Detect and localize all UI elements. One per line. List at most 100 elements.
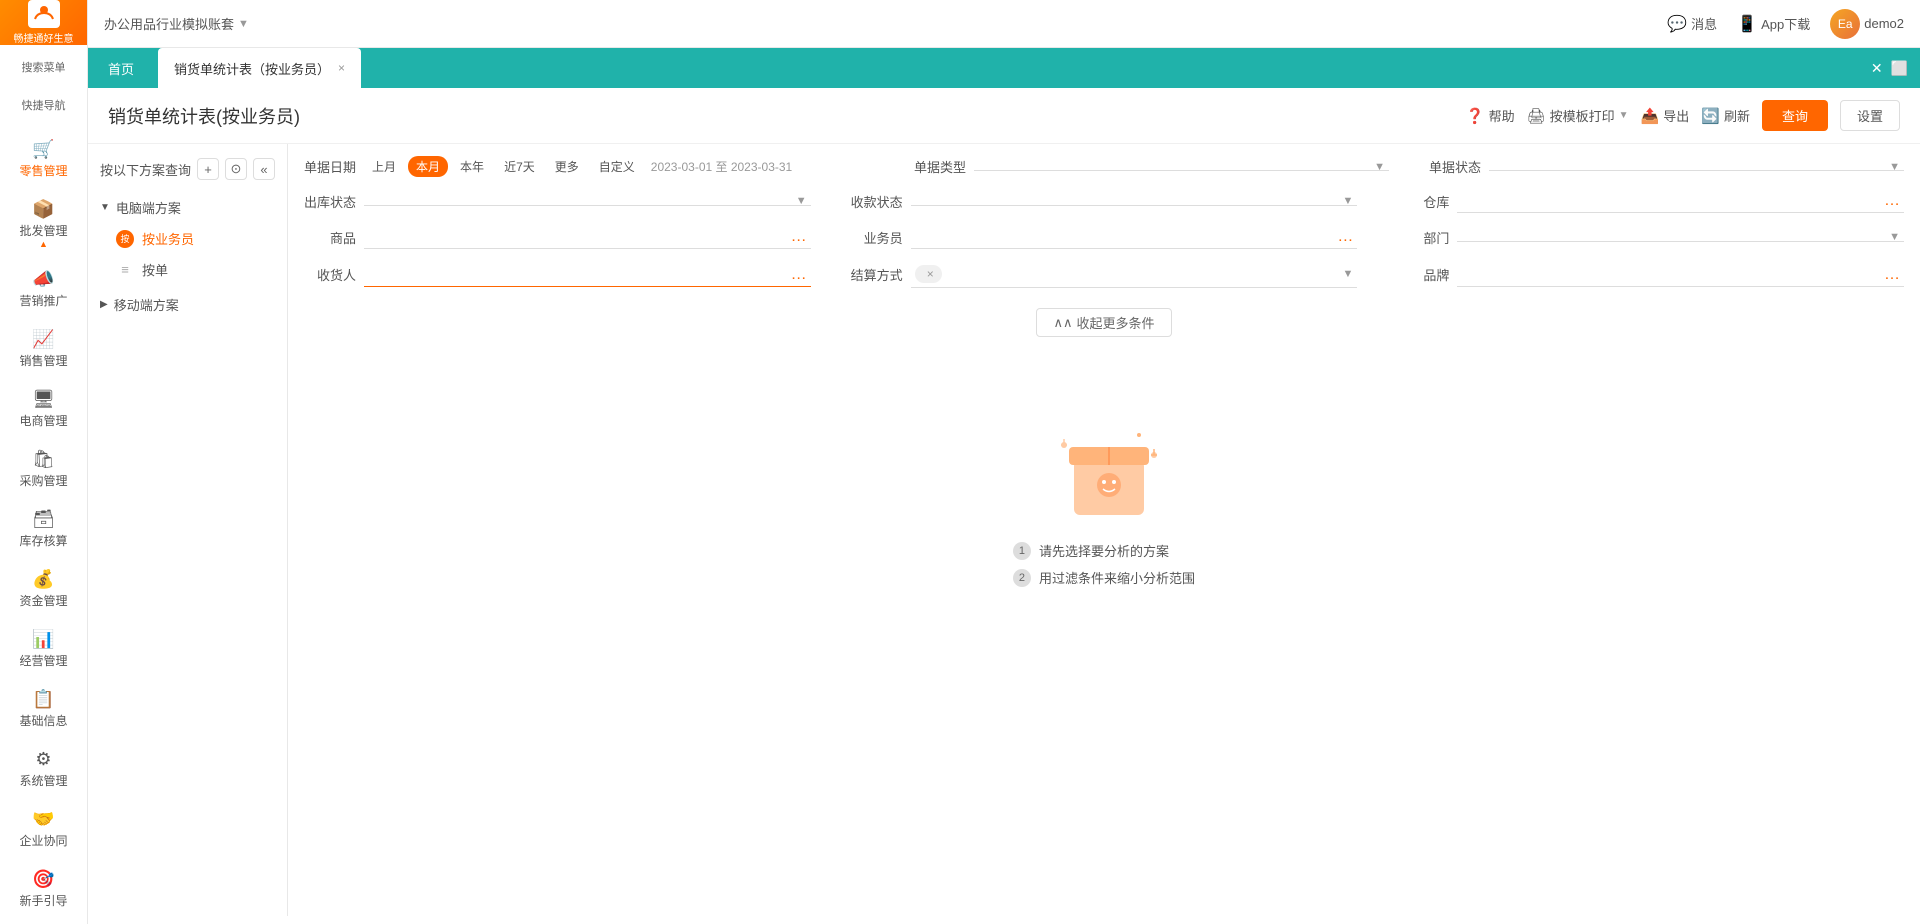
salesman-input[interactable]	[911, 225, 1358, 249]
quick-nav-item[interactable]: 快捷导航	[22, 89, 66, 121]
brand-input[interactable]	[1457, 263, 1904, 287]
by-order-scheme-item[interactable]: ≡ 按单	[88, 254, 287, 285]
warehouse-label: 仓库	[1397, 192, 1457, 211]
sidebar-item-ecommerce[interactable]: 🖥 电商管理	[0, 379, 87, 439]
doc-type-select[interactable]: ▼	[974, 162, 1389, 171]
sidebar-item-finance[interactable]: 💰 资金管理	[0, 559, 87, 619]
sidebar-item-basic[interactable]: 📋 基础信息	[0, 679, 87, 739]
help-icon: ❓	[1466, 107, 1485, 125]
order-scheme-icon: ≡	[116, 262, 134, 277]
sidebar-item-retail[interactable]: 🛒 零售管理	[0, 129, 87, 189]
content-layout: 按以下方案查询 + ⊙ « ▼ 电脑端方案	[88, 144, 1920, 916]
doc-status-control: ▼	[1489, 162, 1904, 171]
brand-dots-icon[interactable]: …	[1884, 266, 1900, 284]
stock-status-label: 出库状态	[304, 192, 364, 211]
tab-home[interactable]: 首页	[88, 48, 154, 88]
collapse-panel-btn[interactable]: «	[253, 158, 275, 180]
date-tab-this-month[interactable]: 本月	[408, 156, 448, 177]
sidebar-item-ecommerce-label: 电商管理	[19, 412, 67, 429]
sidebar-item-purchase[interactable]: 🛍 采购管理	[0, 439, 87, 499]
operations-icon: 📊	[32, 629, 54, 650]
tab-active-label: 销货单统计表（按业务员）	[174, 59, 330, 78]
consignee-dots-icon[interactable]: …	[791, 266, 807, 284]
date-tab-7days[interactable]: 近7天	[496, 156, 543, 177]
refresh-btn[interactable]: 🔄 刷新	[1701, 106, 1750, 125]
date-tab-last-month[interactable]: 上月	[364, 156, 404, 177]
sidebar-item-appcenter[interactable]: 🔲 应用中心	[0, 919, 87, 924]
sidebar-item-marketing[interactable]: 📣 营销推广	[0, 259, 87, 319]
sidebar-item-marketing-label: 营销推广	[19, 292, 67, 309]
sidebar-item-operations-label: 经营管理	[19, 652, 67, 669]
message-btn[interactable]: 💬 消息	[1667, 14, 1717, 34]
consignee-label: 收货人	[304, 265, 364, 284]
panel-header: 按以下方案查询 + ⊙ «	[88, 154, 287, 188]
consignee-input[interactable]	[364, 263, 811, 287]
collapse-chevron-icon: ∧∧	[1053, 315, 1072, 331]
settings-button[interactable]: 设置	[1840, 100, 1900, 131]
refresh-icon: 🔄	[1701, 107, 1720, 125]
warehouse-input[interactable]	[1457, 189, 1904, 213]
sidebar: 畅捷通好生意 搜索菜单 快捷导航 🛒 零售管理 📦 批发管理 ▲ 📣 营销推广 …	[0, 0, 88, 924]
warehouse-control: …	[1457, 189, 1904, 213]
date-field-wrapper: 上月 本月 本年 近7天 更多 自定义 2023-03-01 至 2023-03…	[364, 156, 874, 177]
sidebar-item-system[interactable]: ⚙ 系统管理	[0, 739, 87, 799]
finance-icon: 💰	[32, 569, 54, 590]
export-btn[interactable]: 📤 导出	[1641, 106, 1690, 125]
empty-state-hints: 1 请先选择要分析的方案 2 用过滤条件来缩小分析范围	[1013, 541, 1195, 587]
right-panel: 单据日期 上月 本月 本年 近7天 更多 自定义 20	[288, 144, 1920, 916]
topbar-left: 办公用品行业模拟账套 ▼	[104, 14, 249, 33]
desktop-scheme-toggle[interactable]: ▼ 电脑端方案	[88, 192, 287, 223]
purchase-icon: 🛍	[32, 449, 55, 470]
doc-status-select[interactable]: ▼	[1489, 162, 1904, 171]
sidebar-item-collab-label: 企业协同	[19, 832, 67, 849]
dept-select[interactable]: ▼	[1457, 233, 1904, 242]
sidebar-item-collab[interactable]: 🤝 企业协同	[0, 799, 87, 859]
doc-type-label: 单据类型	[914, 157, 974, 176]
marketing-icon: 📣	[32, 269, 54, 290]
copy-scheme-btn[interactable]: ⊙	[225, 158, 247, 180]
topbar-right: 💬 消息 📱 App下载 Ea demo2	[1667, 9, 1904, 39]
sidebar-item-inventory[interactable]: 🗃 库存核算	[0, 499, 87, 559]
receipt-status-select[interactable]: ▼	[911, 197, 1358, 206]
sidebar-item-operations[interactable]: 📊 经营管理	[0, 619, 87, 679]
search-menu-item[interactable]: 搜索菜单	[22, 53, 66, 81]
stock-status-arrow-icon: ▼	[796, 195, 807, 207]
message-icon: 💬	[1667, 14, 1687, 34]
tab-fullscreen-icon[interactable]: ⬜	[1891, 60, 1908, 77]
date-tab-more[interactable]: 更多	[547, 156, 587, 177]
tab-close-window-icon[interactable]: ✕	[1871, 60, 1883, 77]
user-menu[interactable]: Ea demo2	[1830, 9, 1904, 39]
print-btn[interactable]: 🖨 按模板打印 ▼	[1527, 106, 1629, 125]
warehouse-dots-icon[interactable]: …	[1884, 192, 1900, 210]
settlement-tag: ×	[915, 265, 942, 283]
tab-close-icon[interactable]: ×	[338, 62, 345, 74]
print-label: 按模板打印	[1550, 106, 1615, 125]
tabbar: 首页 销货单统计表（按业务员） × ✕ ⬜	[88, 48, 1920, 88]
settlement-tag-close-icon[interactable]: ×	[927, 267, 934, 281]
date-tab-this-year[interactable]: 本年	[452, 156, 492, 177]
hint-1-num: 1	[1013, 542, 1031, 560]
date-tab-custom[interactable]: 自定义	[591, 156, 643, 177]
brand-label: 品牌	[1397, 265, 1457, 284]
account-dropdown[interactable]: 办公用品行业模拟账套 ▼	[104, 14, 249, 33]
help-btn[interactable]: ❓ 帮助	[1466, 106, 1515, 125]
goods-dots-icon[interactable]: …	[791, 228, 807, 246]
salesman-scheme-item[interactable]: 按 按业务员	[88, 223, 287, 254]
settlement-field: 结算方式 × ▼	[851, 261, 1358, 288]
empty-hint-2: 2 用过滤条件来缩小分析范围	[1013, 568, 1195, 587]
query-button[interactable]: 查询	[1762, 100, 1828, 131]
stock-status-select[interactable]: ▼	[364, 197, 811, 206]
add-scheme-btn[interactable]: +	[197, 158, 219, 180]
user-label: demo2	[1864, 16, 1904, 31]
goods-input[interactable]	[364, 225, 811, 249]
mobile-scheme-label: 移动端方案	[114, 295, 179, 314]
salesman-dots-icon[interactable]: …	[1337, 228, 1353, 246]
sidebar-item-guide[interactable]: 🎯 新手引导	[0, 859, 87, 919]
tab-active[interactable]: 销货单统计表（按业务员） ×	[158, 48, 361, 88]
collapse-btn[interactable]: ∧∧ 收起更多条件	[1036, 308, 1171, 337]
desktop-arrow-icon: ▼	[100, 202, 110, 213]
sidebar-item-wholesale[interactable]: 📦 批发管理 ▲	[0, 189, 87, 259]
app-download-btn[interactable]: 📱 App下载	[1737, 14, 1810, 34]
sidebar-item-sales[interactable]: 📈 销售管理	[0, 319, 87, 379]
mobile-scheme-toggle[interactable]: ▶ 移动端方案	[88, 289, 287, 320]
